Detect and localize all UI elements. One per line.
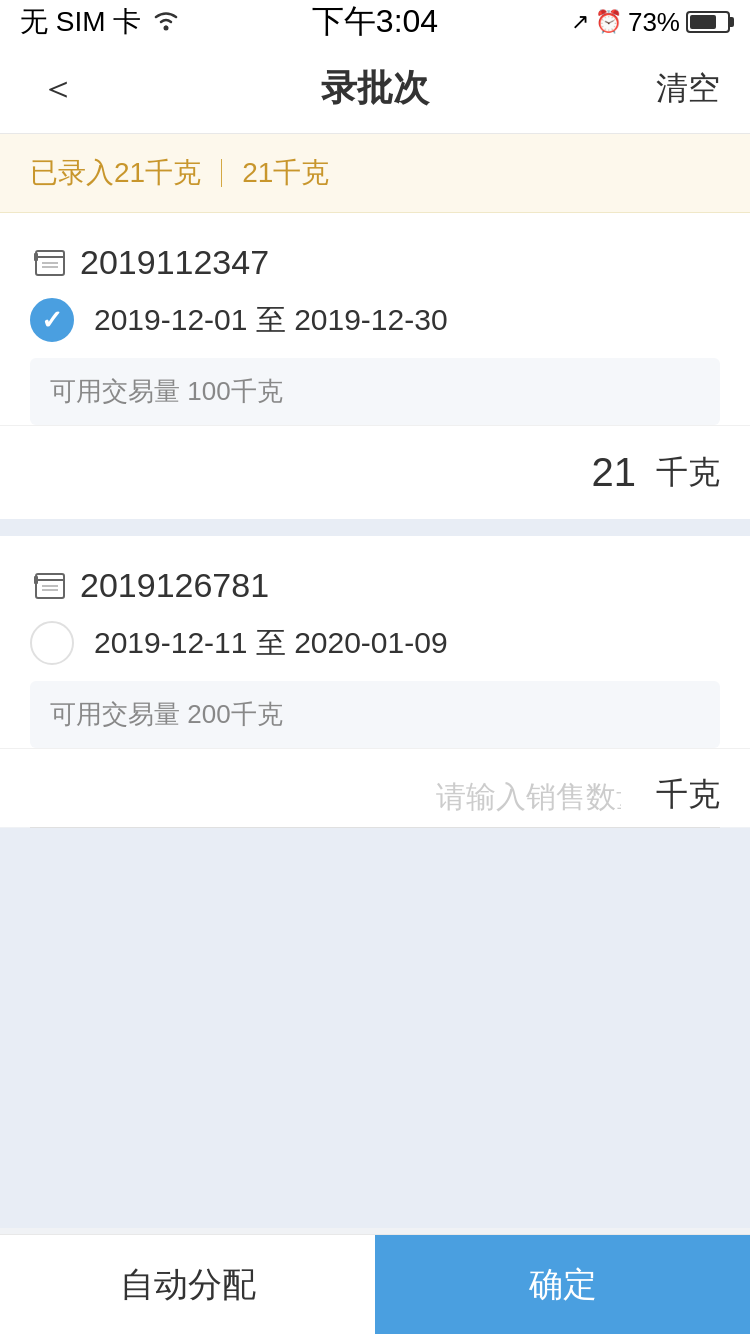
amount-row-2: 千克 — [0, 748, 750, 827]
page-title: 录批次 — [321, 64, 429, 113]
empty-area — [0, 828, 750, 1228]
status-bar: 无 SIM 卡 下午3:04 ↗ ⏰ 73% — [0, 0, 750, 44]
batch-card-2: 2019126781 2019-12-11 至 2020-01-09 可用交易量… — [0, 536, 750, 748]
batch-1-number: 2019112347 — [80, 243, 269, 282]
info-banner: 已录入21千克 21千克 — [0, 134, 750, 213]
amount-unit-1: 千克 — [656, 451, 720, 495]
recorded-amount-label: 已录入21千克 — [30, 154, 201, 192]
info-amount: 21千克 — [242, 154, 329, 192]
batch-2-header: 2019126781 — [30, 566, 720, 605]
confirm-button[interactable]: 确定 — [375, 1235, 750, 1334]
svg-rect-3 — [34, 253, 38, 261]
amount-row-1: 21 千克 — [0, 425, 750, 519]
batch-1-header: 2019112347 — [30, 243, 720, 282]
status-left: 无 SIM 卡 — [20, 3, 181, 41]
battery-icon — [686, 11, 730, 33]
batch-1-radio[interactable] — [30, 298, 74, 342]
status-time: 下午3:04 — [312, 0, 438, 44]
wifi-icon — [151, 6, 181, 38]
batch-2-radio[interactable] — [30, 621, 74, 665]
svg-point-0 — [164, 26, 169, 31]
batch-card-1: 2019112347 2019-12-01 至 2019-12-30 可用交易量… — [0, 213, 750, 425]
batch-2-icon — [30, 568, 70, 604]
status-right: ↗ ⏰ 73% — [571, 7, 730, 38]
batch-2-date: 2019-12-11 至 2020-01-09 — [94, 623, 448, 664]
bottom-bar: 自动分配 确定 — [0, 1234, 750, 1334]
batch-2-row: 2019-12-11 至 2020-01-09 — [30, 621, 720, 665]
batch-1-date: 2019-12-01 至 2019-12-30 — [94, 300, 448, 341]
amount-unit-2: 千克 — [656, 773, 720, 817]
location-icon: ↗ — [571, 9, 589, 35]
battery-percent: 73% — [628, 7, 680, 38]
batch-1-availability: 可用交易量 100千克 — [30, 358, 720, 425]
alarm-icon: ⏰ — [595, 9, 622, 35]
batch-1-row: 2019-12-01 至 2019-12-30 — [30, 298, 720, 342]
auto-distribute-button[interactable]: 自动分配 — [0, 1235, 375, 1334]
sales-quantity-input[interactable] — [436, 776, 636, 815]
amount-value-1: 21 — [592, 450, 637, 495]
carrier-text: 无 SIM 卡 — [20, 3, 141, 41]
back-button[interactable]: ＜ — [30, 54, 86, 123]
info-divider — [221, 159, 222, 187]
clear-button[interactable]: 清空 — [656, 67, 720, 111]
batch-2-availability: 可用交易量 200千克 — [30, 681, 720, 748]
nav-bar: ＜ 录批次 清空 — [0, 44, 750, 134]
card-divider — [0, 520, 750, 536]
batch-1-icon — [30, 245, 70, 281]
svg-rect-8 — [34, 576, 38, 584]
batch-2-number: 2019126781 — [80, 566, 269, 605]
